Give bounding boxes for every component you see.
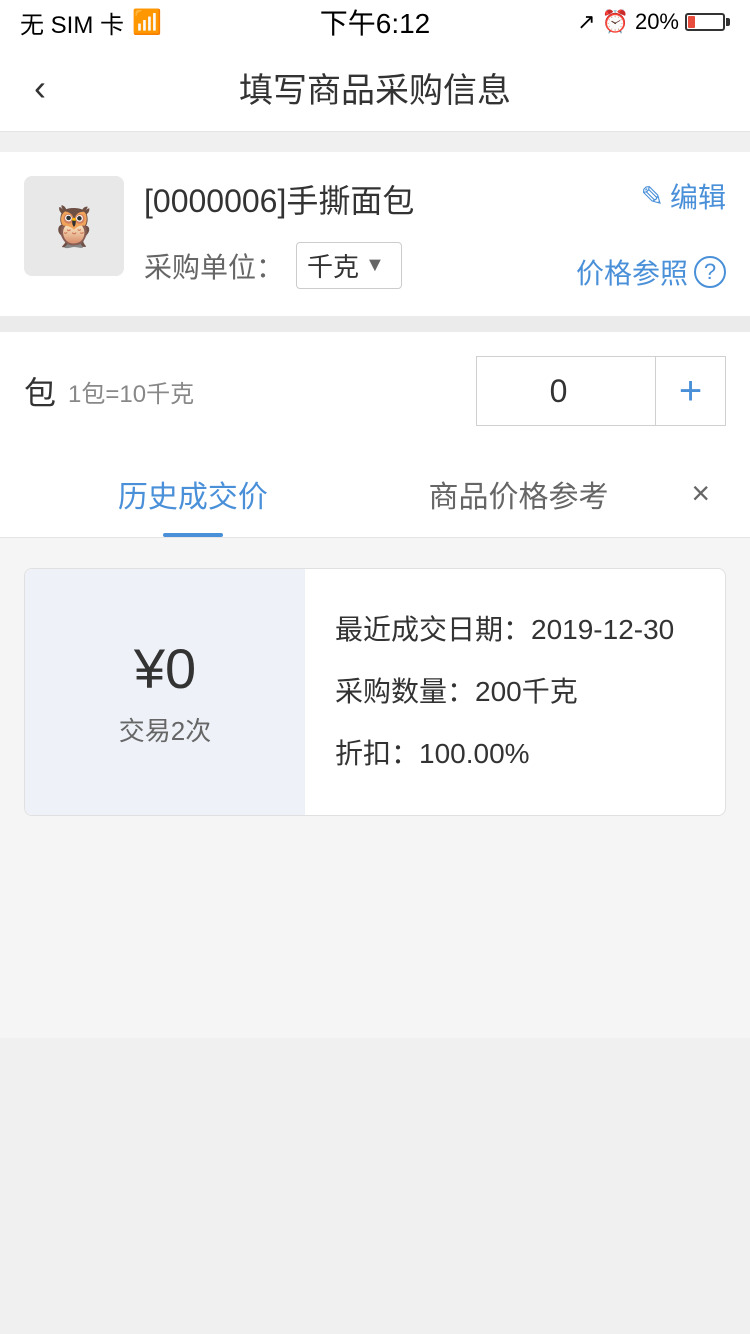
price-ref-label: 价格参照 xyxy=(576,252,688,292)
edit-label: 编辑 xyxy=(670,176,726,216)
tab-reference[interactable]: 商品价格参考 xyxy=(356,450,682,537)
quantity-unit-badge: 包 xyxy=(24,368,56,414)
tab-history-label: 历史成交价 xyxy=(118,472,268,516)
product-card: 🦉 [0000006]手撕面包 采购单位： 千克 ▼ ✎ 编辑 价格参照 xyxy=(0,152,750,316)
quantity-conversion: 1包=10千克 xyxy=(68,374,194,409)
battery-icon xyxy=(685,13,730,31)
tab-history[interactable]: 历史成交价 xyxy=(30,450,356,537)
location-icon: ↗ xyxy=(577,9,595,35)
unit-value: 千克 xyxy=(307,247,359,284)
unit-label: 采购单位： xyxy=(144,246,284,286)
section-divider xyxy=(0,316,750,332)
nav-bar: ‹ 填写商品采购信息 xyxy=(0,44,750,132)
price-card-left: ¥0 交易2次 xyxy=(25,569,305,815)
price-ref-icon: ? xyxy=(694,256,726,288)
price-amount: ¥0 xyxy=(134,636,196,701)
quantity-plus-button[interactable]: + xyxy=(656,356,726,426)
status-bar-time: 下午6:12 xyxy=(320,2,431,42)
tab-close-button[interactable]: × xyxy=(681,465,720,522)
unit-select[interactable]: 千克 ▼ xyxy=(296,242,402,289)
product-logo-icon: 🦉 xyxy=(49,203,99,250)
discount-row: 折扣：100.00% xyxy=(335,733,695,775)
recent-date-value: 2019-12-30 xyxy=(531,614,674,645)
sim-status: 无 SIM 卡 xyxy=(20,5,124,40)
back-button[interactable]: ‹ xyxy=(24,57,56,119)
battery-percent: 20% xyxy=(635,9,679,35)
trade-count: 交易2次 xyxy=(119,711,211,748)
page-title: 填写商品采购信息 xyxy=(239,63,511,112)
discount-label: 折扣： xyxy=(335,738,419,769)
price-card: ¥0 交易2次 最近成交日期：2019-12-30 采购数量：200千克 折扣：… xyxy=(24,568,726,816)
recent-date-row: 最近成交日期：2019-12-30 xyxy=(335,609,695,651)
tab-reference-label: 商品价格参考 xyxy=(428,472,608,516)
price-content: ¥0 交易2次 最近成交日期：2019-12-30 采购数量：200千克 折扣：… xyxy=(0,538,750,1038)
dropdown-arrow-icon: ▼ xyxy=(365,254,385,277)
recent-date-label: 最近成交日期： xyxy=(335,614,531,645)
edit-icon: ✎ xyxy=(641,180,664,213)
wifi-icon: 📶 xyxy=(132,8,162,37)
discount-value: 100.00% xyxy=(419,738,530,769)
alarm-icon: ⏰ xyxy=(602,9,629,35)
quantity-label-group: 包 1包=10千克 xyxy=(24,368,194,414)
product-name: [0000006]手撕面包 xyxy=(144,176,414,222)
quantity-input-group: + xyxy=(476,356,726,426)
tab-bar: 历史成交价 商品价格参考 × xyxy=(0,450,750,538)
edit-button[interactable]: ✎ 编辑 xyxy=(641,176,726,216)
product-thumbnail: 🦉 xyxy=(24,176,124,276)
tab-active-indicator xyxy=(163,533,223,537)
price-card-right: 最近成交日期：2019-12-30 采购数量：200千克 折扣：100.00% xyxy=(305,569,725,815)
product-left: 🦉 [0000006]手撕面包 采购单位： 千克 ▼ xyxy=(24,176,414,289)
product-unit-row: 采购单位： 千克 ▼ xyxy=(144,242,414,289)
quantity-row: 包 1包=10千克 + xyxy=(0,332,750,450)
price-ref-button[interactable]: 价格参照 ? xyxy=(576,252,726,292)
quantity-input[interactable] xyxy=(476,356,656,426)
product-header: 🦉 [0000006]手撕面包 采购单位： 千克 ▼ ✎ 编辑 价格参照 xyxy=(24,176,726,292)
purchase-qty-label: 采购数量： xyxy=(335,676,475,707)
product-info: [0000006]手撕面包 采购单位： 千克 ▼ xyxy=(144,176,414,289)
product-right: ✎ 编辑 价格参照 ? xyxy=(576,176,726,292)
purchase-qty-value: 200千克 xyxy=(475,676,578,707)
status-bar: 无 SIM 卡 📶 下午6:12 ↗ ⏰ 20% xyxy=(0,0,750,44)
status-bar-right: ↗ ⏰ 20% xyxy=(577,9,730,35)
status-bar-left: 无 SIM 卡 📶 xyxy=(20,5,162,40)
purchase-qty-row: 采购数量：200千克 xyxy=(335,671,695,713)
